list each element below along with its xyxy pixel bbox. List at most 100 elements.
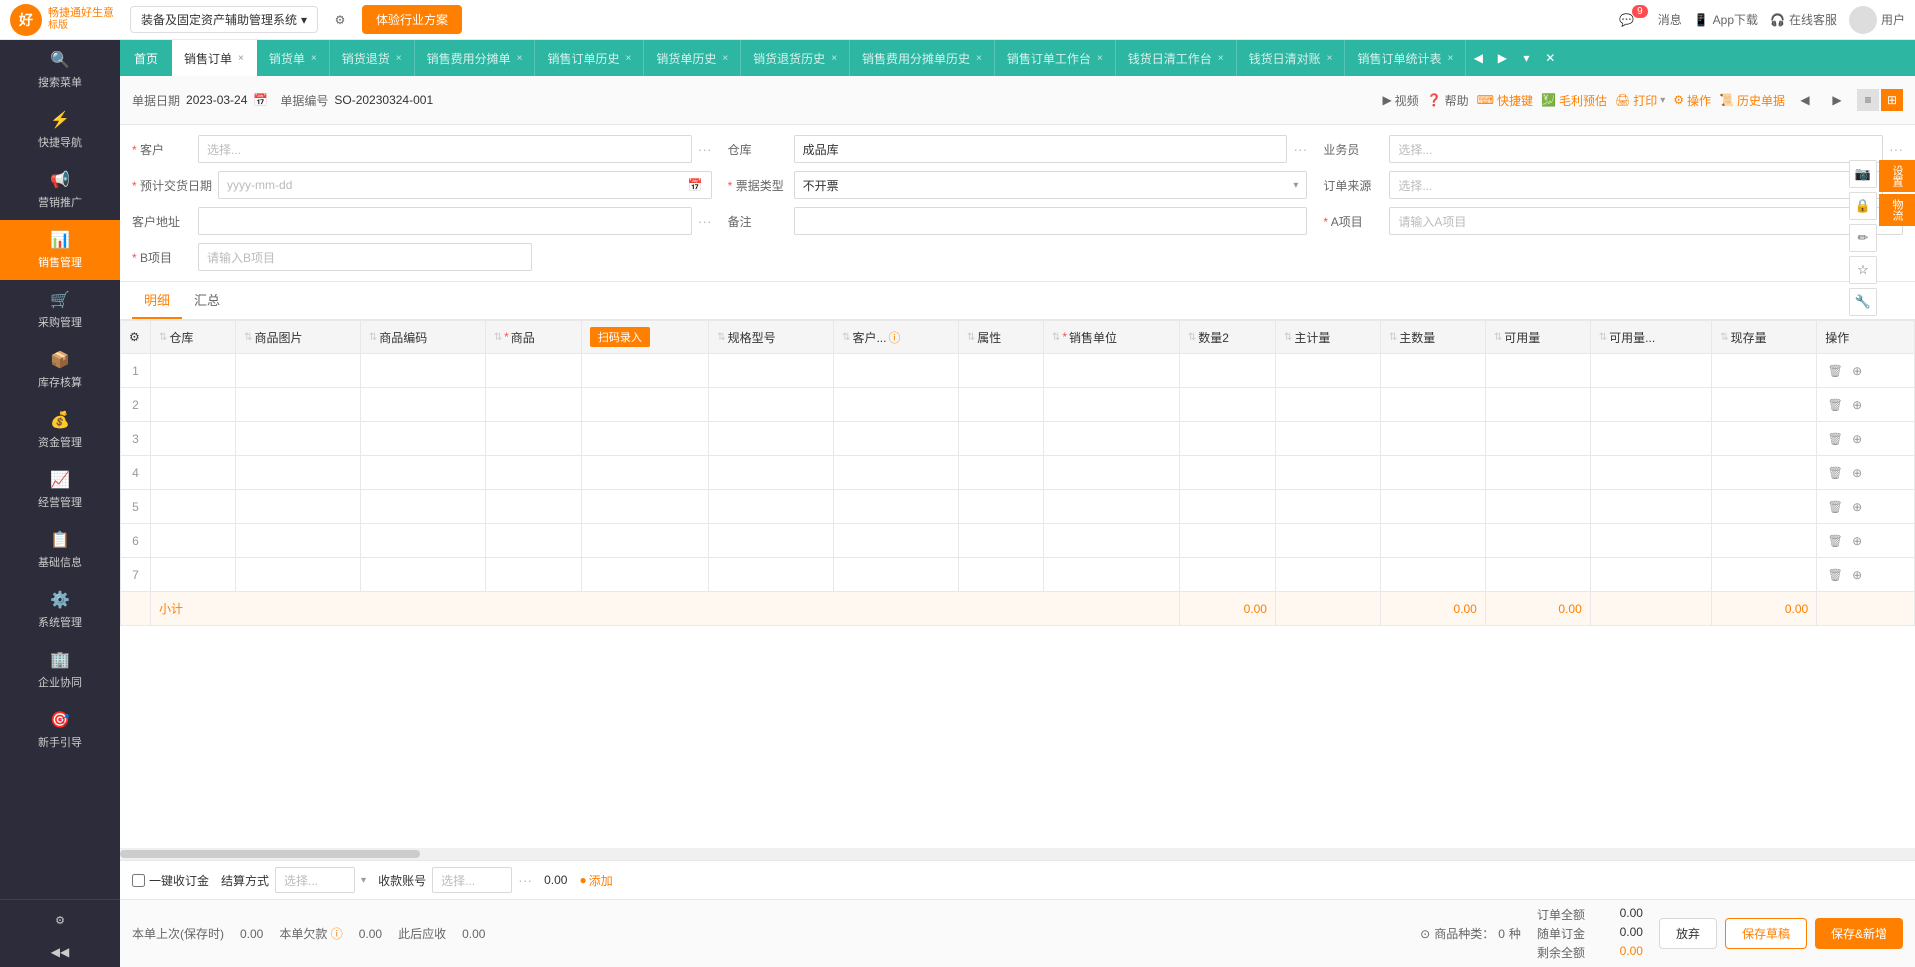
sidebar-item-finance[interactable]: 💰 资金管理 bbox=[0, 400, 120, 460]
calendar-icon[interactable]: 📅 bbox=[253, 93, 268, 107]
tab-sales-stats[interactable]: 销售订单统计表 × bbox=[1345, 40, 1466, 76]
tab-sales-order[interactable]: 销售订单 × bbox=[172, 40, 257, 76]
row-6-main-qty[interactable] bbox=[1380, 524, 1485, 558]
row-1-product[interactable] bbox=[485, 354, 581, 388]
row-7-main-qty[interactable] bbox=[1380, 558, 1485, 592]
tab-sales-expense[interactable]: 销售费用分摊单 × bbox=[415, 40, 536, 76]
operate-button[interactable]: ⚙ 操作 bbox=[1673, 92, 1711, 109]
row-7-attribute[interactable] bbox=[958, 558, 1043, 592]
copy-row-6-icon[interactable]: ⊕ bbox=[1847, 531, 1867, 551]
row-1-warehouse[interactable] bbox=[151, 354, 236, 388]
row-2-customer-code[interactable] bbox=[834, 388, 959, 422]
horizontal-scroll[interactable] bbox=[120, 848, 1915, 860]
print-button[interactable]: 🖨 打印 ▾ bbox=[1615, 92, 1665, 109]
settlement-input[interactable]: 选择... bbox=[275, 867, 355, 893]
save-draft-button[interactable]: 保存草稿 bbox=[1725, 918, 1807, 949]
sidebar-item-purchase[interactable]: 🛒 采购管理 bbox=[0, 280, 120, 340]
tab-sales-order-history[interactable]: 销售订单历史 × bbox=[535, 40, 644, 76]
customer-more-icon[interactable]: ··· bbox=[698, 141, 712, 157]
row-5-spec[interactable] bbox=[709, 490, 834, 524]
row-5-main-qty[interactable] bbox=[1380, 490, 1485, 524]
tool-float-icon[interactable]: 🔧 bbox=[1849, 288, 1877, 316]
row-1-attribute[interactable] bbox=[958, 354, 1043, 388]
copy-row-2-icon[interactable]: ⊕ bbox=[1847, 395, 1867, 415]
sidebar-item-sales[interactable]: 📊 销售管理 bbox=[0, 220, 120, 280]
online-service-item[interactable]: 🎧 在线客服 bbox=[1770, 11, 1837, 28]
tab-close-expense-history[interactable]: × bbox=[976, 53, 982, 64]
app-download-item[interactable]: 📱 App下载 bbox=[1694, 11, 1758, 28]
row-3-product-code[interactable] bbox=[360, 422, 485, 456]
copy-row-5-icon[interactable]: ⊕ bbox=[1847, 497, 1867, 517]
row-7-main-unit[interactable] bbox=[1275, 558, 1380, 592]
row-7-spec[interactable] bbox=[709, 558, 834, 592]
sidebar-item-inventory[interactable]: 📦 库存核算 bbox=[0, 340, 120, 400]
row-5-attribute[interactable] bbox=[958, 490, 1043, 524]
invoice-type-select[interactable]: 不开票 ▾ bbox=[794, 171, 1308, 199]
tab-close-cash-daily[interactable]: × bbox=[1218, 53, 1224, 64]
row-5-sales-unit[interactable] bbox=[1043, 490, 1179, 524]
delete-row-2-icon[interactable]: 🗑 bbox=[1825, 395, 1845, 415]
row-5-main-unit[interactable] bbox=[1275, 490, 1380, 524]
row-4-product-code[interactable] bbox=[360, 456, 485, 490]
row-4-qty2[interactable] bbox=[1179, 456, 1275, 490]
scan-button[interactable]: 扫码录入 bbox=[590, 327, 650, 347]
b-project-input[interactable]: 请输入B项目 bbox=[198, 243, 532, 271]
row-5-qty2[interactable] bbox=[1179, 490, 1275, 524]
row-4-product[interactable] bbox=[485, 456, 581, 490]
row-6-main-unit[interactable] bbox=[1275, 524, 1380, 558]
row-4-warehouse[interactable] bbox=[151, 456, 236, 490]
row-3-qty2[interactable] bbox=[1179, 422, 1275, 456]
copy-row-1-icon[interactable]: ⊕ bbox=[1847, 361, 1867, 381]
row-2-sales-unit[interactable] bbox=[1043, 388, 1179, 422]
tab-order-workbench[interactable]: 销售订单工作台 × bbox=[995, 40, 1116, 76]
delete-row-3-icon[interactable]: 🗑 bbox=[1825, 429, 1845, 449]
row-6-attribute[interactable] bbox=[958, 524, 1043, 558]
sidebar-item-operations[interactable]: 📈 经营管理 bbox=[0, 460, 120, 520]
row-2-warehouse[interactable] bbox=[151, 388, 236, 422]
tab-cash-reconcile[interactable]: 钱货日清对账 × bbox=[1237, 40, 1346, 76]
tab-close-sales-stats[interactable]: × bbox=[1447, 53, 1453, 64]
customer-address-input[interactable] bbox=[198, 207, 692, 235]
collapse-button[interactable]: ◀◀ bbox=[0, 937, 120, 967]
delivery-date-input[interactable]: yyyy-mm-dd 📅 bbox=[218, 171, 712, 199]
sidebar-item-search[interactable]: 🔍 搜索菜单 bbox=[0, 40, 120, 100]
industry-button[interactable]: 体验行业方案 bbox=[362, 5, 462, 34]
sidebar-item-enterprise[interactable]: 🏢 企业协同 bbox=[0, 640, 120, 700]
settings-float-button[interactable]: 设置 bbox=[1879, 160, 1915, 192]
order-source-input[interactable]: 选择... bbox=[1389, 171, 1883, 199]
sidebar-item-quicknav[interactable]: ⚡ 快捷导航 bbox=[0, 100, 120, 160]
address-more-icon[interactable]: ··· bbox=[698, 213, 712, 229]
delete-row-7-icon[interactable]: 🗑 bbox=[1825, 565, 1845, 585]
tab-close-cash-reconcile[interactable]: × bbox=[1327, 53, 1333, 64]
row-4-customer-code[interactable] bbox=[834, 456, 959, 490]
sidebar-item-guide[interactable]: 🎯 新手引导 bbox=[0, 700, 120, 760]
row-5-product[interactable] bbox=[485, 490, 581, 524]
warehouse-input[interactable]: 成品库 bbox=[794, 135, 1288, 163]
row-6-customer-code[interactable] bbox=[834, 524, 959, 558]
tab-cash-daily[interactable]: 钱货日清工作台 × bbox=[1116, 40, 1237, 76]
tab-home[interactable]: 首页 bbox=[120, 40, 172, 76]
row-6-product-code[interactable] bbox=[360, 524, 485, 558]
copy-row-4-icon[interactable]: ⊕ bbox=[1847, 463, 1867, 483]
row-2-product-code[interactable] bbox=[360, 388, 485, 422]
row-3-sales-unit[interactable] bbox=[1043, 422, 1179, 456]
tab-expense-history[interactable]: 销售费用分摊单历史 × bbox=[850, 40, 995, 76]
logistics-float-button[interactable]: 物流 bbox=[1879, 194, 1915, 226]
row-6-warehouse[interactable] bbox=[151, 524, 236, 558]
tab-summary[interactable]: 汇总 bbox=[182, 282, 232, 319]
row-2-main-unit[interactable] bbox=[1275, 388, 1380, 422]
row-6-sales-unit[interactable] bbox=[1043, 524, 1179, 558]
row-3-main-unit[interactable] bbox=[1275, 422, 1380, 456]
row-3-attribute[interactable] bbox=[958, 422, 1043, 456]
delete-row-1-icon[interactable]: 🗑 bbox=[1825, 361, 1845, 381]
prev-record-button[interactable]: ◀ bbox=[1793, 82, 1817, 118]
help-button[interactable]: ❓ 帮助 bbox=[1427, 92, 1469, 109]
profit-button[interactable]: 💹 毛利预估 bbox=[1541, 92, 1607, 109]
row-4-main-unit[interactable] bbox=[1275, 456, 1380, 490]
shortcut-button[interactable]: ⌨ 快捷键 bbox=[1477, 92, 1533, 109]
row-5-product-code[interactable] bbox=[360, 490, 485, 524]
delete-row-6-icon[interactable]: 🗑 bbox=[1825, 531, 1845, 551]
row-5-customer-code[interactable] bbox=[834, 490, 959, 524]
tab-close-all-button[interactable]: ✕ bbox=[1538, 40, 1562, 76]
save-new-button[interactable]: 保存&新增 bbox=[1815, 918, 1903, 949]
